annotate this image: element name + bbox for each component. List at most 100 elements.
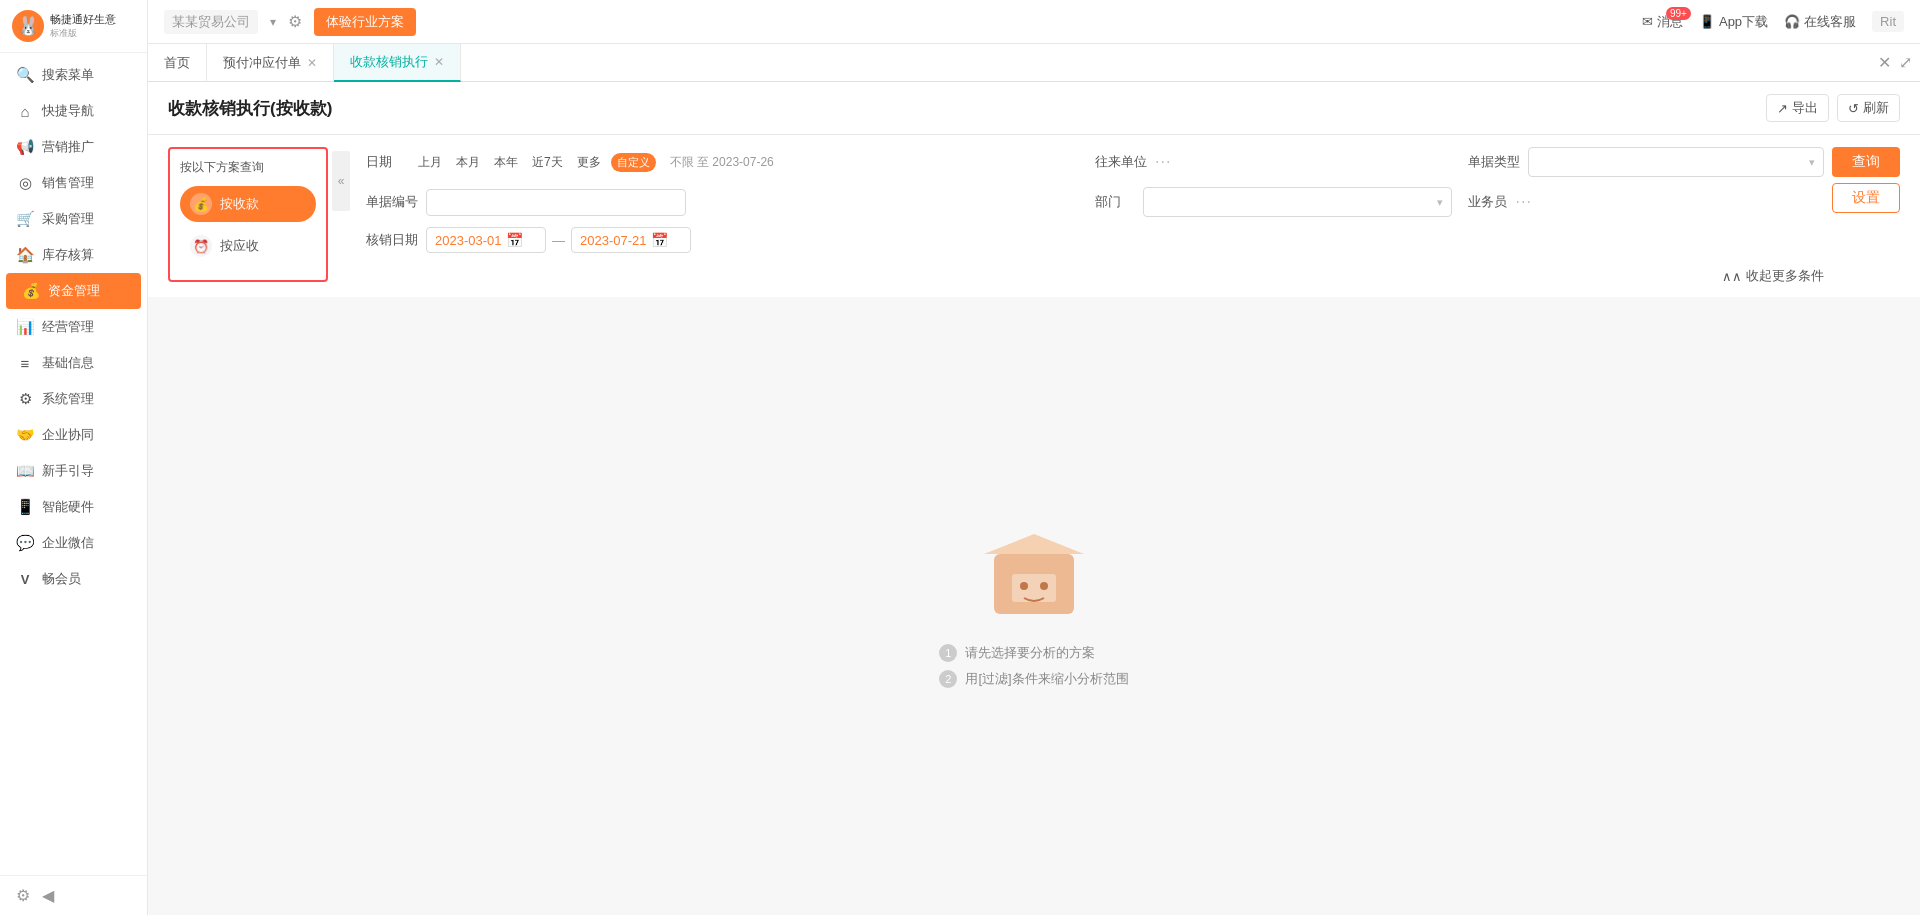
gear-icon[interactable]: ⚙ bbox=[288, 12, 302, 31]
sidebar-item-guide[interactable]: 📖 新手引导 bbox=[0, 453, 147, 489]
filter-option-payable-label: 按应收 bbox=[220, 237, 259, 255]
svg-marker-1 bbox=[984, 534, 1084, 554]
operation-icon: 📊 bbox=[16, 318, 34, 336]
chevron-up-icon: ∧∧ bbox=[1722, 269, 1742, 284]
page-title-row: 收款核销执行(按收款) ↗ 导出 ↺ 刷新 bbox=[168, 94, 1900, 122]
filter-form: 日期 上月 本月 本年 近7天 更多 自定义 不限 至 2023-07-26 bbox=[366, 147, 1824, 285]
solution-button[interactable]: 体验行业方案 bbox=[314, 8, 416, 36]
dept-label: 部门 bbox=[1095, 193, 1135, 211]
tab-collection[interactable]: 收款核销执行 ✕ bbox=[334, 44, 461, 82]
system-icon: ⚙ bbox=[16, 390, 34, 408]
filter-actions-row: ∧∧ 收起更多条件 bbox=[366, 267, 1824, 285]
sidebar-item-operation[interactable]: 📊 经营管理 bbox=[0, 309, 147, 345]
expand-tab-icon[interactable]: ⤢ bbox=[1899, 53, 1912, 72]
chevron-down-icon: ▾ bbox=[1437, 196, 1443, 209]
tab-home[interactable]: 首页 bbox=[148, 44, 207, 82]
dept-select[interactable]: ▾ bbox=[1143, 187, 1452, 217]
chevron-down-icon[interactable]: ▾ bbox=[270, 15, 276, 29]
sidebar-item-purchase[interactable]: 🛒 采购管理 bbox=[0, 201, 147, 237]
sidebar-item-member[interactable]: V 畅会员 bbox=[0, 561, 147, 597]
marketing-icon: 📢 bbox=[16, 138, 34, 156]
online-service-button[interactable]: 🎧 在线客服 bbox=[1784, 13, 1856, 31]
query-button[interactable]: 查询 bbox=[1832, 147, 1900, 177]
hint-num-2: 2 bbox=[939, 670, 957, 688]
date-more[interactable]: 更多 bbox=[573, 152, 605, 173]
refresh-label: 刷新 bbox=[1863, 99, 1889, 117]
collapse-more-button[interactable]: ∧∧ 收起更多条件 bbox=[1722, 267, 1824, 285]
settings-bottom-icon[interactable]: ⚙ bbox=[16, 886, 30, 905]
topbar: 某某贸易公司 ▾ ⚙ 体验行业方案 ✉ 消息 99+ 📱 App下载 🎧 在线客… bbox=[148, 0, 1920, 44]
partner-dots[interactable]: ··· bbox=[1155, 153, 1171, 171]
docno-label: 单据编号 bbox=[366, 193, 418, 211]
tab-collection-close-icon[interactable]: ✕ bbox=[434, 55, 444, 69]
partner-label: 往来单位 bbox=[1095, 153, 1147, 171]
sidebar-item-search[interactable]: 🔍 搜索菜单 bbox=[0, 57, 147, 93]
close-tab-icon[interactable]: ✕ bbox=[1878, 53, 1891, 72]
sidebar-nav: 🔍 搜索菜单 ⌂ 快捷导航 📢 营销推广 ◎ 销售管理 🛒 采购管理 🏠 库存核… bbox=[0, 53, 147, 875]
filter-collapse-button[interactable]: « bbox=[332, 151, 350, 211]
user-name[interactable]: Rit bbox=[1872, 11, 1904, 32]
sidebar-item-label: 销售管理 bbox=[42, 174, 94, 192]
filter-area: 按以下方案查询 💰 按收款 ⏰ 按应收 « bbox=[148, 135, 1920, 297]
message-button[interactable]: ✉ 消息 99+ bbox=[1642, 13, 1683, 31]
sidebar-bottom: ⚙ ◀ bbox=[0, 875, 147, 915]
sidebar-item-hardware[interactable]: 📱 智能硬件 bbox=[0, 489, 147, 525]
sidebar-item-marketing[interactable]: 📢 营销推广 bbox=[0, 129, 147, 165]
filter-left-panel: 按以下方案查询 💰 按收款 ⏰ 按应收 bbox=[168, 147, 328, 282]
tabs-actions: ✕ ⤢ bbox=[1878, 53, 1920, 72]
date-this-month[interactable]: 本月 bbox=[452, 152, 484, 173]
page-header: 收款核销执行(按收款) ↗ 导出 ↺ 刷新 bbox=[148, 82, 1920, 135]
tabs-bar: 首页 预付冲应付单 ✕ 收款核销执行 ✕ ✕ ⤢ bbox=[148, 44, 1920, 82]
filter-option-by-receipt[interactable]: 💰 按收款 bbox=[180, 186, 316, 222]
collapse-sidebar-icon[interactable]: ◀ bbox=[42, 886, 54, 905]
date-shortcuts: 上月 本月 本年 近7天 更多 自定义 bbox=[414, 152, 656, 173]
wechat-icon: 💬 bbox=[16, 534, 34, 552]
writeoff-end-input[interactable]: 2023-07-21 📅 bbox=[571, 227, 691, 253]
service-label: 在线客服 bbox=[1804, 13, 1856, 31]
dept-select-value bbox=[1152, 193, 1165, 211]
app-label: App下载 bbox=[1719, 13, 1768, 31]
tab-prepay-close-icon[interactable]: ✕ bbox=[307, 56, 317, 70]
writeoff-end-value: 2023-07-21 bbox=[580, 233, 647, 248]
sidebar-item-system[interactable]: ⚙ 系统管理 bbox=[0, 381, 147, 417]
refresh-icon: ↺ bbox=[1848, 101, 1859, 116]
tab-prepay[interactable]: 预付冲应付单 ✕ bbox=[207, 44, 334, 82]
date-separator: — bbox=[552, 233, 565, 248]
sidebar-item-basic[interactable]: ≡ 基础信息 bbox=[0, 345, 147, 381]
empty-illustration bbox=[974, 524, 1094, 624]
sidebar-item-label: 搜索菜单 bbox=[42, 66, 94, 84]
settings-button[interactable]: 设置 bbox=[1832, 183, 1900, 213]
date-custom-badge[interactable]: 自定义 bbox=[611, 153, 656, 172]
docno-input[interactable] bbox=[426, 189, 686, 216]
doctype-select[interactable]: ▾ bbox=[1528, 147, 1825, 177]
receipt-icon: 💰 bbox=[190, 193, 212, 215]
main-area: 某某贸易公司 ▾ ⚙ 体验行业方案 ✉ 消息 99+ 📱 App下载 🎧 在线客… bbox=[148, 0, 1920, 915]
hint-text-1: 请先选择要分析的方案 bbox=[965, 644, 1095, 662]
home-icon: ⌂ bbox=[16, 103, 34, 120]
filter-option-by-payable[interactable]: ⏰ 按应收 bbox=[180, 228, 316, 264]
sidebar-item-quicknav[interactable]: ⌂ 快捷导航 bbox=[0, 93, 147, 129]
staff-dots[interactable]: ··· bbox=[1516, 193, 1532, 211]
sales-icon: ◎ bbox=[16, 174, 34, 192]
sidebar-item-label: 企业微信 bbox=[42, 534, 94, 552]
refresh-button[interactable]: ↺ 刷新 bbox=[1837, 94, 1900, 122]
export-button[interactable]: ↗ 导出 bbox=[1766, 94, 1829, 122]
page-title: 收款核销执行(按收款) bbox=[168, 97, 332, 120]
sidebar-item-label: 企业协同 bbox=[42, 426, 94, 444]
filter-row-2: 单据编号 部门 ▾ 业务员 ··· bbox=[366, 187, 1824, 217]
date-last-7-days[interactable]: 近7天 bbox=[528, 152, 567, 173]
date-last-month[interactable]: 上月 bbox=[414, 152, 446, 173]
enterprise-icon: 🤝 bbox=[16, 426, 34, 444]
sidebar-item-sales[interactable]: ◎ 销售管理 bbox=[0, 165, 147, 201]
sidebar-item-inventory[interactable]: 🏠 库存核算 bbox=[0, 237, 147, 273]
writeoff-start-input[interactable]: 2023-03-01 📅 bbox=[426, 227, 546, 253]
hint-num-1: 1 bbox=[939, 644, 957, 662]
company-name: 某某贸易公司 bbox=[164, 10, 258, 34]
sidebar-item-finance[interactable]: 💰 资金管理 bbox=[6, 273, 141, 309]
app-download-button[interactable]: 📱 App下载 bbox=[1699, 13, 1768, 31]
sidebar-item-wechat[interactable]: 💬 企业微信 bbox=[0, 525, 147, 561]
sidebar-item-enterprise[interactable]: 🤝 企业协同 bbox=[0, 417, 147, 453]
sidebar-item-label: 新手引导 bbox=[42, 462, 94, 480]
date-this-year[interactable]: 本年 bbox=[490, 152, 522, 173]
app-badge: 标准版 bbox=[50, 27, 116, 40]
